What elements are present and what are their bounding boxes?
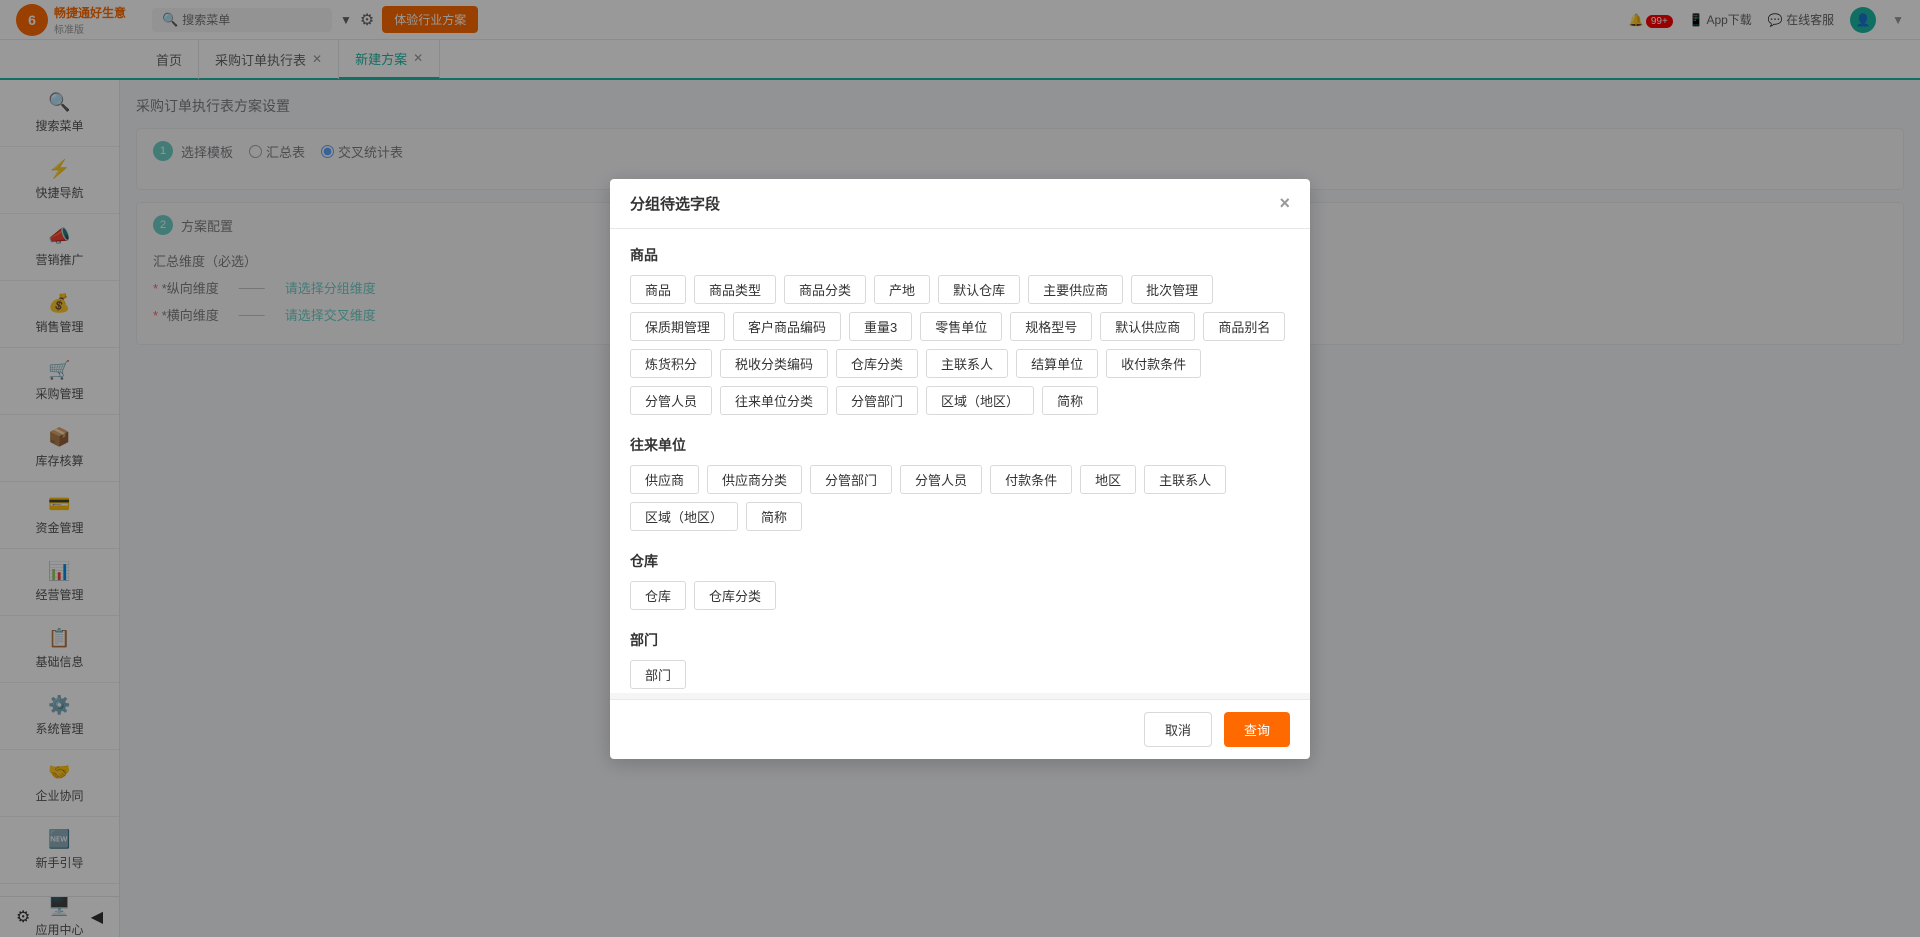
field-tag-2-0[interactable]: 仓库: [630, 581, 686, 610]
field-tag-1-2[interactable]: 分管部门: [810, 465, 892, 494]
field-group-title-1: 往来单位: [630, 435, 1290, 455]
field-tag-0-22[interactable]: 分管部门: [836, 386, 918, 415]
confirm-button[interactable]: 查询: [1224, 712, 1290, 747]
modal-body[interactable]: 商品商品商品类型商品分类产地默认仓库主要供应商批次管理保质期管理客户商品编码重量…: [610, 229, 1310, 694]
field-tag-0-8[interactable]: 客户商品编码: [733, 312, 841, 341]
field-tag-0-21[interactable]: 往来单位分类: [720, 386, 828, 415]
field-group-1: 往来单位供应商供应商分类分管部门分管人员付款条件地区主联系人区域（地区） 简称: [630, 435, 1290, 531]
field-tag-0-11[interactable]: 规格型号: [1010, 312, 1092, 341]
modal-header: 分组待选字段 ×: [610, 179, 1310, 229]
field-group-0: 商品商品商品类型商品分类产地默认仓库主要供应商批次管理保质期管理客户商品编码重量…: [630, 245, 1290, 415]
field-tag-1-8[interactable]: 简称: [746, 502, 802, 531]
field-tag-0-13[interactable]: 商品别名: [1203, 312, 1285, 341]
field-group-title-0: 商品: [630, 245, 1290, 265]
field-tag-0-7[interactable]: 保质期管理: [630, 312, 725, 341]
field-tag-3-0[interactable]: 部门: [630, 660, 686, 689]
field-tag-1-7[interactable]: 区域（地区）: [630, 502, 738, 531]
field-tag-0-0[interactable]: 商品: [630, 275, 686, 304]
field-group-2: 仓库仓库仓库分类: [630, 551, 1290, 610]
field-tag-0-24[interactable]: 简称: [1042, 386, 1098, 415]
field-tag-1-6[interactable]: 主联系人: [1144, 465, 1226, 494]
field-tags-3: 部门: [630, 660, 1290, 689]
field-tag-2-1[interactable]: 仓库分类: [694, 581, 776, 610]
field-tag-0-12[interactable]: 默认供应商: [1100, 312, 1195, 341]
field-tag-0-14[interactable]: 炼货积分: [630, 349, 712, 378]
field-tag-0-15[interactable]: 税收分类编码: [720, 349, 828, 378]
field-tag-0-2[interactable]: 商品分类: [784, 275, 866, 304]
field-tag-0-17[interactable]: 主联系人: [926, 349, 1008, 378]
modal-overlay: 分组待选字段 × 商品商品商品类型商品分类产地默认仓库主要供应商批次管理保质期管…: [0, 0, 1920, 937]
field-tag-0-9[interactable]: 重量3: [849, 312, 912, 341]
field-tag-0-10[interactable]: 零售单位: [920, 312, 1002, 341]
field-group-title-2: 仓库: [630, 551, 1290, 571]
field-select-modal: 分组待选字段 × 商品商品商品类型商品分类产地默认仓库主要供应商批次管理保质期管…: [610, 179, 1310, 759]
field-tag-1-3[interactable]: 分管人员: [900, 465, 982, 494]
field-tag-0-16[interactable]: 仓库分类: [836, 349, 918, 378]
field-tag-1-4[interactable]: 付款条件: [990, 465, 1072, 494]
modal-footer: 取消 查询: [610, 699, 1310, 759]
field-tag-1-0[interactable]: 供应商: [630, 465, 699, 494]
field-group-title-3: 部门: [630, 630, 1290, 650]
field-tag-0-23[interactable]: 区域（地区）: [926, 386, 1034, 415]
field-tag-0-3[interactable]: 产地: [874, 275, 930, 304]
modal-title: 分组待选字段: [630, 193, 720, 214]
field-tag-0-19[interactable]: 收付款条件: [1106, 349, 1201, 378]
modal-close-btn[interactable]: ×: [1279, 193, 1290, 214]
field-tags-2: 仓库仓库分类: [630, 581, 1290, 610]
field-tag-1-5[interactable]: 地区: [1080, 465, 1136, 494]
field-tag-0-18[interactable]: 结算单位: [1016, 349, 1098, 378]
field-tag-1-1[interactable]: 供应商分类: [707, 465, 802, 494]
field-tag-0-1[interactable]: 商品类型: [694, 275, 776, 304]
field-tag-0-6[interactable]: 批次管理: [1131, 275, 1213, 304]
field-tag-0-5[interactable]: 主要供应商: [1028, 275, 1123, 304]
field-tag-0-4[interactable]: 默认仓库: [938, 275, 1020, 304]
cancel-button[interactable]: 取消: [1144, 712, 1212, 747]
field-group-3: 部门部门: [630, 630, 1290, 689]
field-tags-0: 商品商品类型商品分类产地默认仓库主要供应商批次管理保质期管理客户商品编码重量3 零…: [630, 275, 1290, 415]
field-tag-0-20[interactable]: 分管人员: [630, 386, 712, 415]
field-tags-1: 供应商供应商分类分管部门分管人员付款条件地区主联系人区域（地区） 简称: [630, 465, 1290, 531]
